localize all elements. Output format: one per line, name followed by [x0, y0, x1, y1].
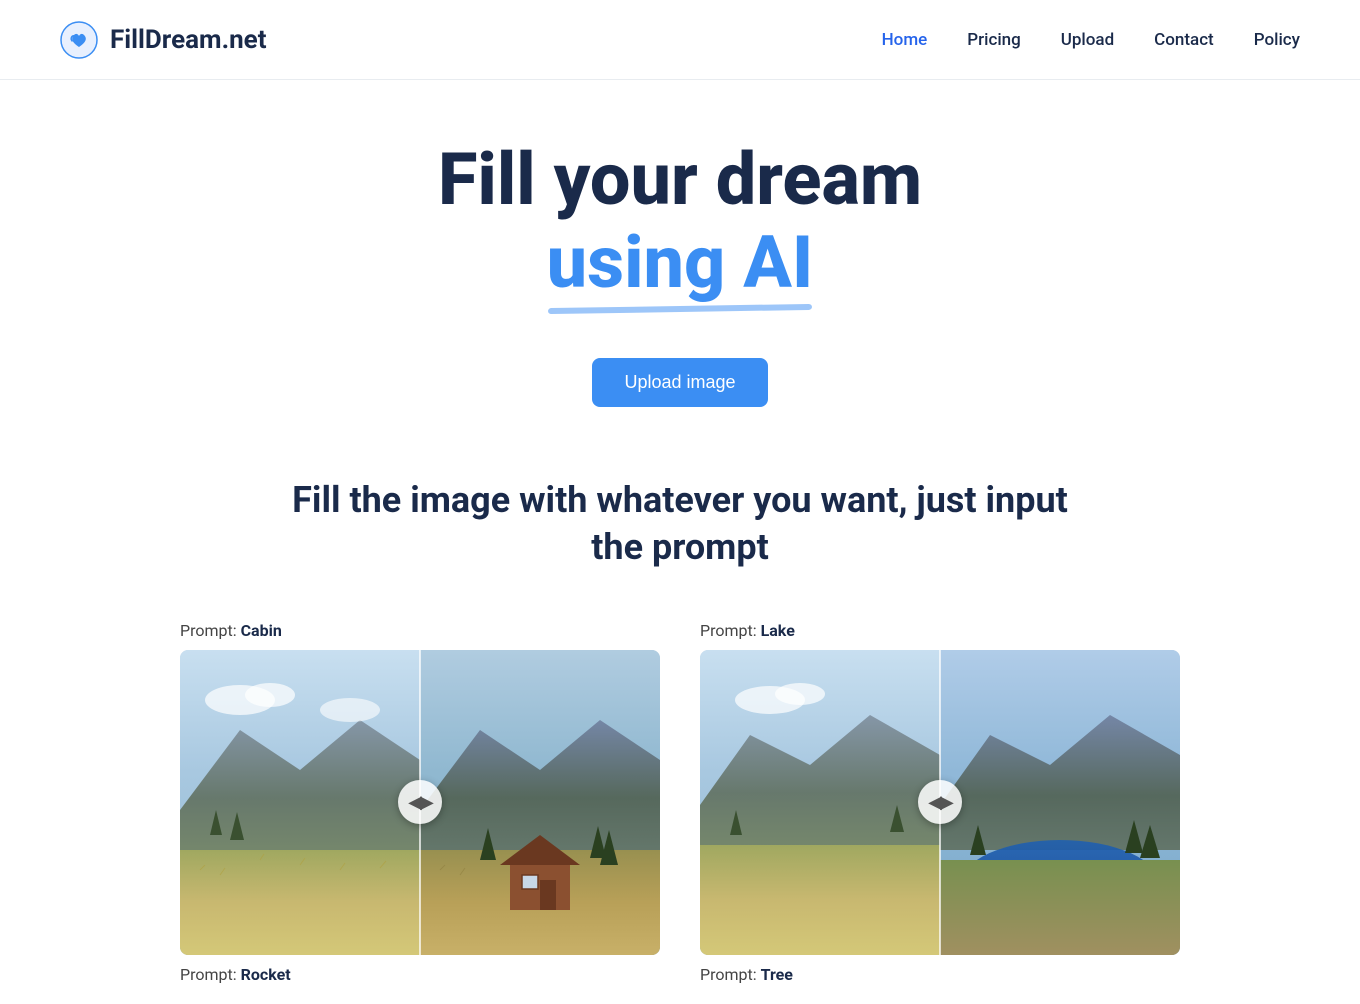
hero-title-line2: using AI — [547, 223, 814, 302]
header: FillDream.net Home Pricing Upload Contac… — [0, 0, 1360, 80]
demo-cabin-bottom-value: Rocket — [241, 965, 291, 984]
demo-lake: Prompt: Lake — [700, 621, 1180, 984]
description-heading: Fill the image with whatever you want, j… — [280, 477, 1080, 571]
upload-button-wrap: Upload image — [20, 322, 1340, 407]
demo-lake-before — [700, 650, 940, 955]
demo-cabin-prompt: Prompt: Cabin — [180, 621, 660, 640]
demo-cabin-bottom-prompt: Prompt: Rocket — [180, 965, 660, 984]
demo-lake-bottom-value: Tree — [761, 965, 793, 984]
logo-link[interactable]: FillDream.net — [60, 21, 267, 59]
hero-section: Fill your dream using AI Upload image — [0, 80, 1360, 437]
hero-title: Fill your dream using AI — [20, 140, 1340, 302]
nav-upload[interactable]: Upload — [1061, 30, 1114, 50]
demo-cabin: Prompt: Cabin — [180, 621, 660, 984]
nav-policy[interactable]: Policy — [1254, 30, 1300, 50]
demo-lake-after — [940, 650, 1180, 955]
demo-cabin-slider-handle[interactable]: ◀▶ — [398, 780, 442, 824]
demo-lake-image[interactable]: ◀▶ — [700, 650, 1180, 955]
nav-contact[interactable]: Contact — [1154, 30, 1214, 50]
slider-arrows-icon: ◀▶ — [408, 792, 432, 813]
demo-cabin-image[interactable]: ◀▶ — [180, 650, 660, 955]
slider-arrows-icon-2: ◀▶ — [928, 792, 952, 813]
demo-lake-prompt: Prompt: Lake — [700, 621, 1180, 640]
nav-pricing[interactable]: Pricing — [967, 30, 1021, 50]
demo-lake-bottom-prompt: Prompt: Tree — [700, 965, 1180, 984]
upload-image-button[interactable]: Upload image — [592, 358, 767, 407]
demo-cabin-prompt-value: Cabin — [241, 621, 282, 640]
nav-home[interactable]: Home — [882, 30, 928, 50]
main-nav: Home Pricing Upload Contact Policy — [882, 30, 1300, 50]
logo-icon — [60, 21, 98, 59]
demo-lake-slider-handle[interactable]: ◀▶ — [918, 780, 962, 824]
demo-cabin-after — [420, 650, 660, 955]
demo-cabin-before — [180, 650, 420, 955]
hero-title-line1: Fill your dream — [20, 140, 1340, 219]
demos-section: Prompt: Cabin — [0, 591, 1360, 1004]
demo-lake-prompt-value: Lake — [761, 621, 795, 640]
description-section: Fill the image with whatever you want, j… — [0, 437, 1360, 591]
logo-text: FillDream.net — [110, 25, 267, 55]
